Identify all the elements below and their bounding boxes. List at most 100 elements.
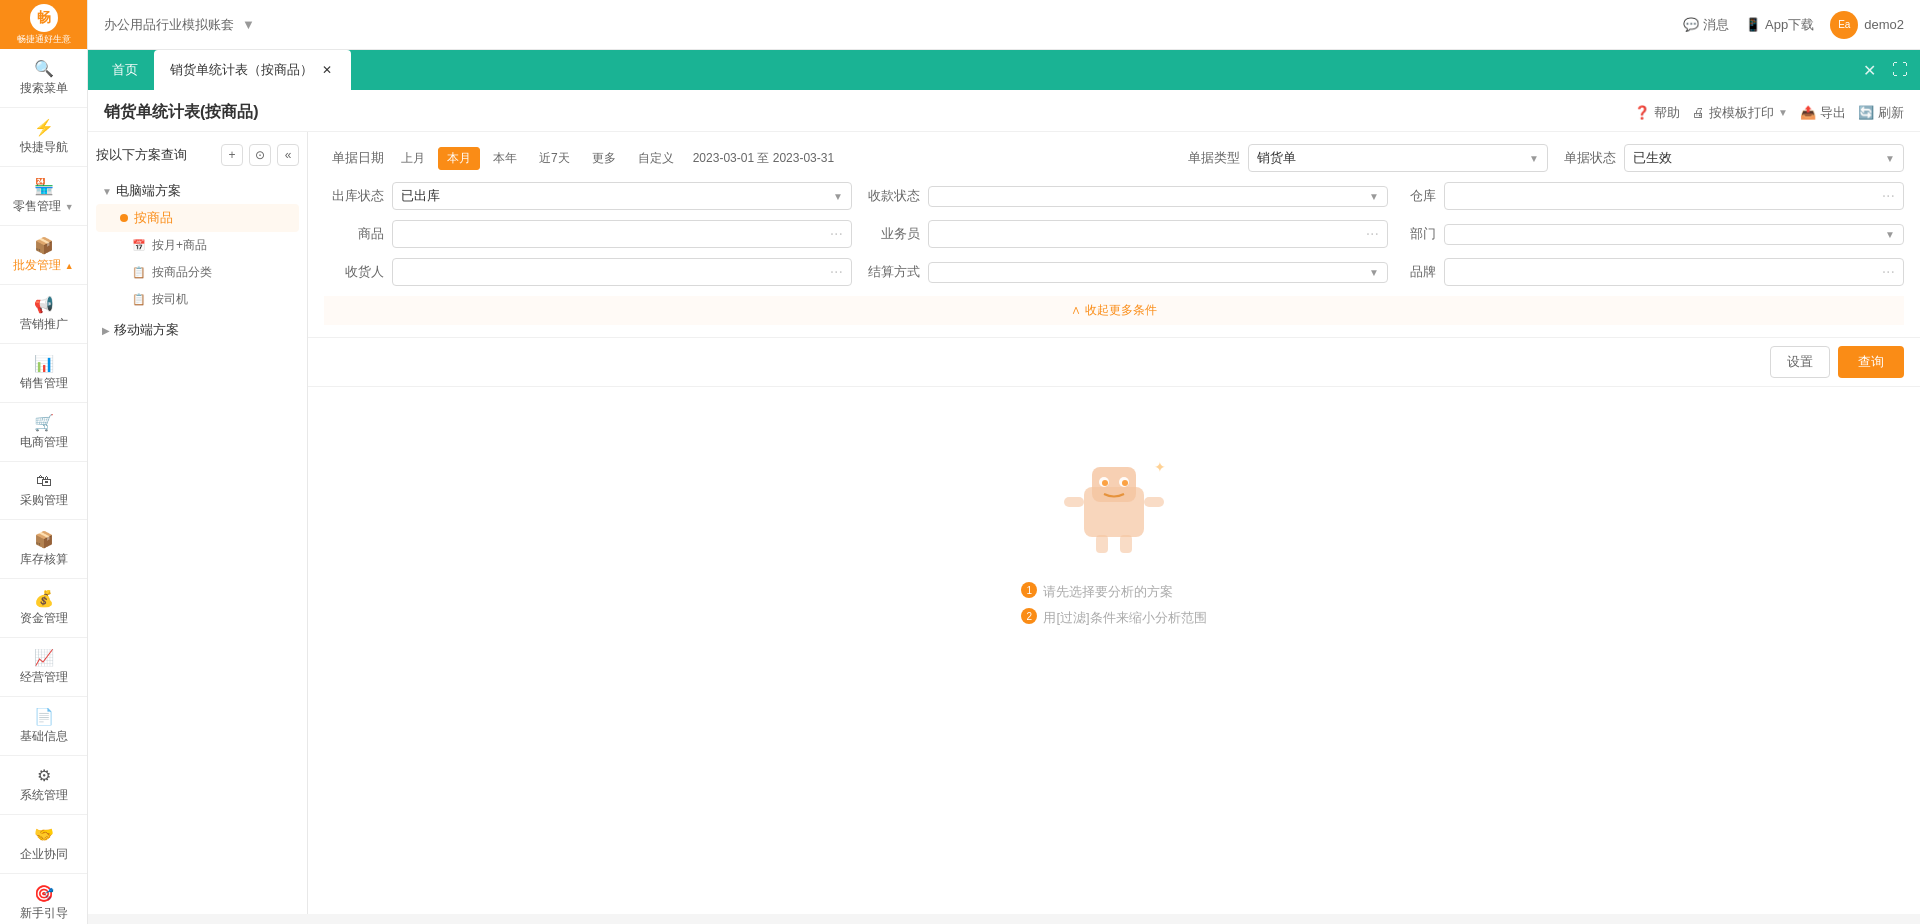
receiver-dots[interactable]: ···	[830, 263, 843, 281]
warehouse-label: 仓库	[1396, 187, 1436, 205]
warehouse-dots[interactable]: ···	[1882, 187, 1895, 205]
settings-button[interactable]: 设置	[1770, 346, 1830, 378]
out-status-select[interactable]: 已出库 ▼	[392, 182, 852, 210]
sidebar-item-inventory[interactable]: 📦 库存核算	[0, 520, 87, 579]
sidebar-item-newbie[interactable]: 🎯 新手引导	[0, 874, 87, 924]
filter-collapse-button[interactable]: «	[277, 144, 299, 166]
filter-settings-button[interactable]: ⊙	[249, 144, 271, 166]
export-button[interactable]: 📤 导出	[1800, 104, 1846, 122]
sidebar-item-retail[interactable]: 🏪 零售管理 ▼	[0, 167, 87, 226]
date-btn-more[interactable]: 更多	[583, 147, 625, 170]
sidebar-item-sales[interactable]: 📊 销售管理	[0, 344, 87, 403]
body-area: 按以下方案查询 + ⊙ «	[88, 132, 1920, 914]
receiver-select[interactable]: ···	[392, 258, 852, 286]
brand-select[interactable]: ···	[1444, 258, 1904, 286]
retail-icon: 🏪	[4, 177, 83, 196]
sidebar-items: 🔍 搜索菜单 ⚡ 快捷导航 🏪 零售管理 ▼ 📦 批发管理 ▲ 📢 营销推广 📊…	[0, 49, 87, 924]
tab-home[interactable]: 首页	[96, 50, 154, 90]
print-button[interactable]: 🖨 按模板打印 ▼	[1692, 104, 1788, 122]
doc-status-select[interactable]: 已生效 ▼	[1624, 144, 1904, 172]
filter-row-3: 商品 ··· 业务员 ··· 部门	[324, 220, 1904, 248]
app-dropdown-arrow[interactable]: ▼	[242, 17, 255, 32]
print-dropdown[interactable]: ▼	[1778, 107, 1788, 118]
svg-point-5	[1122, 480, 1128, 486]
tree-item-by-driver[interactable]: 📋 按司机	[96, 286, 299, 313]
product-dots[interactable]: ···	[830, 225, 843, 243]
sidebar-item-basics[interactable]: 📄 基础信息	[0, 697, 87, 756]
warehouse-select[interactable]: ···	[1444, 182, 1904, 210]
date-btn-custom[interactable]: 自定义	[629, 147, 683, 170]
salesperson-select[interactable]: ···	[928, 220, 1388, 248]
operations-icon: 📈	[4, 648, 83, 667]
sidebar-item-ecommerce[interactable]: 🛒 电商管理	[0, 403, 87, 462]
sidebar-item-system[interactable]: ⚙ 系统管理	[0, 756, 87, 815]
svg-text:✦: ✦	[1154, 459, 1166, 475]
query-button[interactable]: 查询	[1838, 346, 1904, 378]
quicknav-icon: ⚡	[4, 118, 83, 137]
finance-icon: 💰	[4, 589, 83, 608]
product-select[interactable]: ···	[392, 220, 852, 248]
empty-state: ✦ 1 请先选择要分析的方案 2 用[过滤]条件来缩小分析范围	[308, 387, 1920, 691]
dept-arrow: ▼	[1885, 229, 1895, 240]
doc-type-select[interactable]: 销货单 ▼	[1248, 144, 1548, 172]
hint-num-1: 1	[1021, 582, 1037, 598]
calendar-icon: 📅	[132, 239, 146, 252]
right-panel: 单据日期 上月 本月 本年 近7天 更多 自定义 20	[308, 132, 1920, 914]
sidebar-item-wholesale[interactable]: 📦 批发管理 ▲	[0, 226, 87, 285]
svg-rect-9	[1120, 535, 1132, 553]
app-download-action[interactable]: 📱 App下载	[1745, 16, 1814, 34]
out-status-label: 出库状态	[324, 187, 384, 205]
topbar: 办公用品行业模拟账套 ▼ 💬 消息 📱 App下载 Ea demo2	[88, 0, 1920, 50]
tree-arrow-right: ▶	[102, 325, 110, 336]
tab-expand-button[interactable]: ⛶	[1888, 57, 1912, 83]
user-menu[interactable]: Ea demo2	[1830, 11, 1904, 39]
sidebar-item-quicknav[interactable]: ⚡ 快捷导航	[0, 108, 87, 167]
date-btn-this-month[interactable]: 本月	[438, 147, 480, 170]
filter-panel-icons: + ⊙ «	[221, 144, 299, 166]
sidebar-item-search[interactable]: 🔍 搜索菜单	[0, 49, 87, 108]
dept-label: 部门	[1396, 225, 1436, 243]
filter-add-button[interactable]: +	[221, 144, 243, 166]
date-btn-this-year[interactable]: 本年	[484, 147, 526, 170]
main-panel: 办公用品行业模拟账套 ▼ 💬 消息 📱 App下载 Ea demo2 首页	[88, 0, 1920, 924]
help-button[interactable]: ❓ 帮助	[1634, 104, 1680, 122]
tree-group-mobile: ▶ 移动端方案	[96, 317, 299, 343]
sidebar-item-purchase[interactable]: 🛍 采购管理	[0, 462, 87, 520]
payment-method-arrow: ▼	[1369, 267, 1379, 278]
salesperson-dots[interactable]: ···	[1366, 225, 1379, 243]
sidebar-item-collab[interactable]: 🤝 企业协同	[0, 815, 87, 874]
tree-item-by-product[interactable]: 按商品	[96, 204, 299, 232]
tree-group-mobile-header[interactable]: ▶ 移动端方案	[96, 317, 299, 343]
collab-icon: 🤝	[4, 825, 83, 844]
date-value: 上月 本月 本年 近7天 更多 自定义 2023-03-01 至 2023-03…	[392, 147, 1172, 170]
payment-method-select[interactable]: ▼	[928, 262, 1388, 283]
empty-hint-1: 1 请先选择要分析的方案	[1021, 579, 1206, 601]
filter-row-1: 单据日期 上月 本月 本年 近7天 更多 自定义 20	[324, 144, 1904, 172]
purchase-icon: 🛍	[4, 472, 83, 490]
sidebar-item-marketing[interactable]: 📢 营销推广	[0, 285, 87, 344]
date-btn-7days[interactable]: 近7天	[530, 147, 579, 170]
refresh-button[interactable]: 🔄 刷新	[1858, 104, 1904, 122]
inventory-icon: 📦	[4, 530, 83, 549]
message-action[interactable]: 💬 消息	[1683, 16, 1729, 34]
collapse-bar[interactable]: ∧ 收起更多条件	[324, 296, 1904, 325]
tree-group-desktop-header[interactable]: ▼ 电脑端方案	[96, 178, 299, 204]
tab-sales-stats[interactable]: 销货单统计表（按商品） ✕	[154, 50, 351, 90]
brand-dots[interactable]: ···	[1882, 263, 1895, 281]
logo-subtitle: 畅捷通好生意	[17, 34, 71, 45]
retail-arrow: ▼	[65, 202, 74, 212]
app-title: 办公用品行业模拟账套	[104, 16, 234, 34]
date-btn-last-month[interactable]: 上月	[392, 147, 434, 170]
download-icon: 📱	[1745, 17, 1761, 32]
filter-panel-title: 按以下方案查询	[96, 146, 187, 164]
hint-num-2: 2	[1021, 608, 1037, 624]
payment-select[interactable]: ▼	[928, 186, 1388, 207]
tree-item-by-month-product[interactable]: 📅 按月+商品	[96, 232, 299, 259]
dept-select[interactable]: ▼	[1444, 224, 1904, 245]
sidebar-item-finance[interactable]: 💰 资金管理	[0, 579, 87, 638]
sidebar-item-operations[interactable]: 📈 经营管理	[0, 638, 87, 697]
tree-item-by-category[interactable]: 📋 按商品分类	[96, 259, 299, 286]
tab-close-all-button[interactable]: ✕	[1859, 57, 1880, 84]
empty-hint-2: 2 用[过滤]条件来缩小分析范围	[1021, 605, 1206, 627]
tab-close-button[interactable]: ✕	[319, 62, 335, 78]
